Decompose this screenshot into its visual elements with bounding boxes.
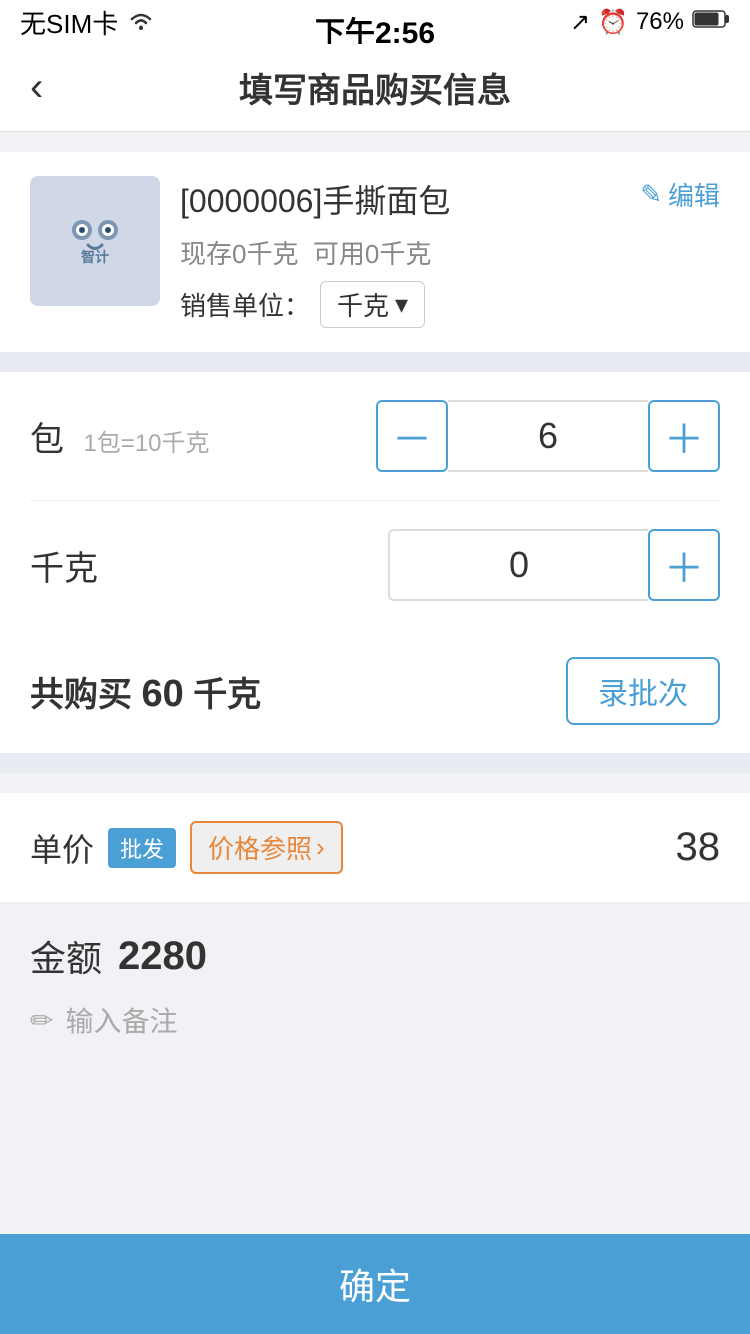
edit-button[interactable]: ✎ 编辑 — [640, 176, 720, 213]
price-ref-arrow-icon: › — [316, 832, 325, 863]
amount-section: 金额 2280 ✏ 输入备注 — [0, 902, 750, 1050]
product-name: [0000006]手撕面包 — [180, 176, 720, 222]
amount-value: 2280 — [118, 934, 207, 979]
confirm-label: 确定 — [339, 1258, 411, 1310]
package-row: 包 1包=10千克 － ＋ — [30, 372, 720, 501]
total-text: 共购买 60 千克 — [30, 667, 261, 716]
status-right: ↗ ⏰ 76% — [570, 8, 730, 37]
location-icon: ↗ — [570, 8, 590, 37]
package-input[interactable] — [448, 400, 648, 472]
status-bar: 无SIM卡 下午2:56 ↗ ⏰ 76% — [0, 0, 750, 44]
dropdown-arrow-icon: ▾ — [395, 289, 408, 320]
svg-text:智计: 智计 — [80, 249, 109, 265]
product-unit-row: 销售单位： 千克 ▾ — [180, 281, 720, 328]
product-card: 智计 [0000006]手撕面包 现存0千克 可用0千克 销售单位： 千克 ▾ … — [0, 152, 750, 352]
status-left: 无SIM卡 — [20, 4, 156, 41]
bottom-spacer — [0, 1050, 750, 1210]
section-divider-1 — [0, 352, 750, 372]
note-icon: ✏ — [30, 1004, 53, 1037]
alarm-icon: ⏰ — [598, 8, 628, 37]
product-info: [0000006]手撕面包 现存0千克 可用0千克 销售单位： 千克 ▾ — [180, 176, 720, 328]
note-row[interactable]: ✏ 输入备注 — [30, 1000, 720, 1040]
product-stock: 现存0千克 可用0千克 — [180, 234, 720, 271]
nav-bar: ‹ 填写商品购买信息 — [0, 44, 750, 132]
price-type-tag: 批发 — [108, 828, 176, 868]
kg-row: 千克 ＋ — [30, 501, 720, 629]
batch-button[interactable]: 录批次 — [566, 657, 720, 725]
package-label: 包 1包=10千克 — [30, 412, 376, 461]
total-section: 共购买 60 千克 录批次 — [0, 629, 750, 753]
amount-row: 金额 2280 — [30, 930, 720, 982]
price-reference-button[interactable]: 价格参照 › — [190, 821, 343, 874]
confirm-button[interactable]: 确定 — [0, 1234, 750, 1334]
page-title: 填写商品购买信息 — [239, 63, 511, 112]
note-placeholder: 输入备注 — [65, 1000, 177, 1040]
kg-label: 千克 — [30, 541, 388, 590]
price-ref-label: 价格参照 — [208, 829, 312, 866]
carrier-text: 无SIM卡 — [20, 4, 118, 41]
quantity-section: 包 1包=10千克 － ＋ 千克 ＋ — [0, 372, 750, 629]
product-image: 智计 — [30, 176, 160, 306]
package-plus-button[interactable]: ＋ — [648, 400, 720, 472]
battery-text: 76% — [636, 8, 684, 36]
price-section: 单价 批发 价格参照 › 38 — [0, 793, 750, 902]
amount-label: 金额 — [30, 930, 102, 982]
kg-plus-button[interactable]: ＋ — [648, 529, 720, 601]
package-minus-button[interactable]: － — [376, 400, 448, 472]
kg-input[interactable] — [388, 529, 648, 601]
unit-label: 销售单位： — [180, 286, 310, 323]
package-sub: 1包=10千克 — [83, 430, 209, 457]
back-button[interactable]: ‹ — [30, 65, 43, 110]
battery-icon — [692, 8, 730, 36]
unit-selector[interactable]: 千克 ▾ — [320, 281, 425, 328]
edit-icon: ✎ — [640, 179, 662, 210]
edit-label: 编辑 — [668, 176, 720, 213]
wifi-icon — [126, 7, 156, 38]
price-label: 单价 — [30, 825, 94, 871]
product-thumbnail-icon: 智计 — [60, 200, 130, 282]
section-divider-2 — [0, 753, 750, 773]
kg-controls: ＋ — [388, 529, 720, 601]
price-value: 38 — [676, 825, 721, 870]
package-controls: － ＋ — [376, 400, 720, 472]
